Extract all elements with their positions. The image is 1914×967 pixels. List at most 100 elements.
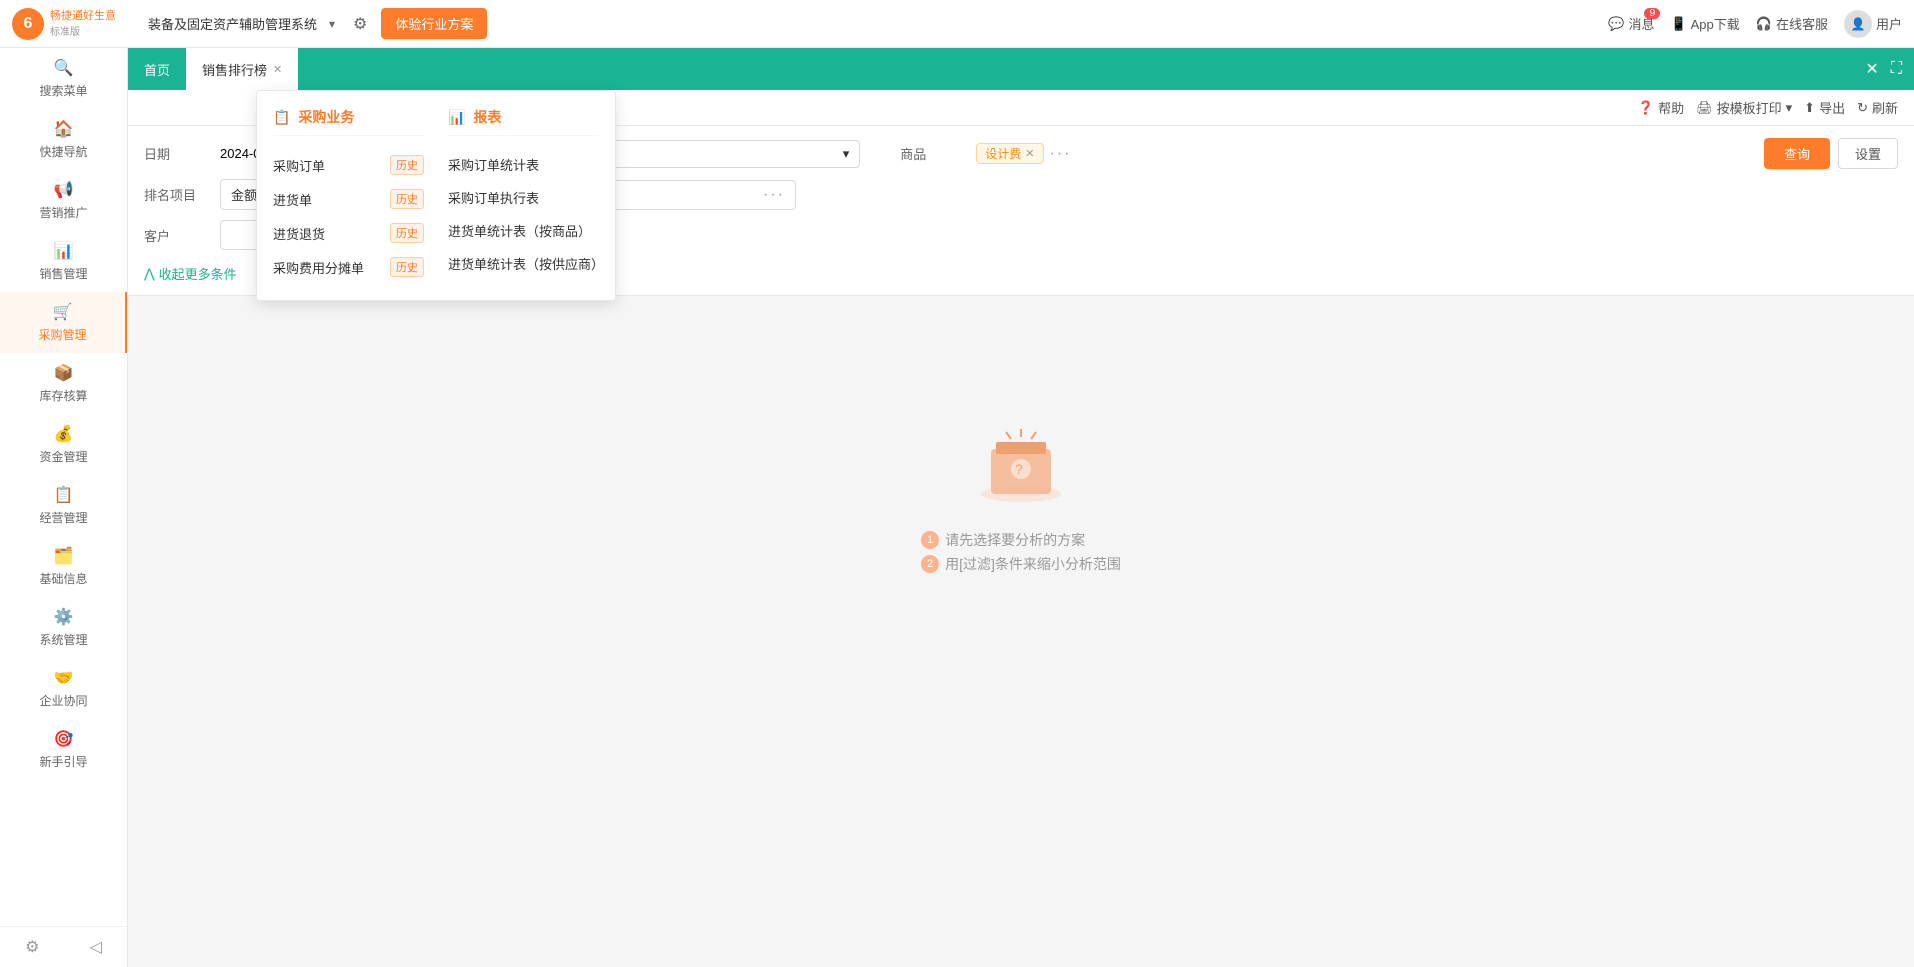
system-dropdown-button[interactable]: ▾ xyxy=(325,15,339,33)
return-history-badge: 历史 xyxy=(390,223,424,243)
headset-icon: 🎧 xyxy=(1756,16,1772,32)
industry-solution-button[interactable]: 体验行业方案 xyxy=(381,8,487,39)
export-icon: ⬆ xyxy=(1804,100,1815,116)
app-container: 6 畅捷通好生意 标准版 装备及固定资产辅助管理系统 ▾ ⚙ 体验行业方案 💬 … xyxy=(0,0,1914,967)
tab-close-button[interactable]: ✕ xyxy=(1861,55,1882,83)
user-menu-button[interactable]: 👤 用户 xyxy=(1844,10,1902,38)
sidebar-item-operations[interactable]: 📋 经营管理 xyxy=(0,475,127,536)
hint-bullet-1: 1 xyxy=(921,531,939,549)
goods-filter-label: 商品 xyxy=(900,144,960,163)
sidebar: 🔍 搜索菜单 🏠 快捷导航 📢 营销推广 📊 销售管理 🛒 采购管理 📦 xyxy=(0,48,128,967)
tab-sales-ranking[interactable]: 销售排行榜 ✕ xyxy=(186,48,298,90)
report-section: 📊 报表 采购订单统计表 采购订单执行表 进货单统计表（按商品） 进货单统计表（… xyxy=(448,107,599,284)
guide-icon: 🎯 xyxy=(54,729,74,749)
main-area: 🔍 搜索菜单 🏠 快捷导航 📢 营销推广 📊 销售管理 🛒 采购管理 📦 xyxy=(0,48,1914,967)
voucher-status-dropdown-icon: ▾ xyxy=(843,146,850,162)
menu-item-purchase-order-stats[interactable]: 采购订单统计表 xyxy=(448,148,599,181)
sidebar-item-search[interactable]: 🔍 搜索菜单 xyxy=(0,48,127,109)
menu-item-receipt-stats-supplier[interactable]: 进货单统计表（按供应商） xyxy=(448,247,599,280)
sidebar-item-quicknav[interactable]: 🏠 快捷导航 xyxy=(0,109,127,170)
tab-bar-right: ✕ ⛶ xyxy=(1861,55,1914,83)
sidebar-item-guide[interactable]: 🎯 新手引导 xyxy=(0,719,127,780)
purchase-business-section: 📋 采购业务 采购订单 历史 进货单 历史 进货退货 历史 xyxy=(273,107,424,284)
logo-sub: 标准版 xyxy=(50,23,116,38)
menu-item-cost-allocation[interactable]: 采购费用分摊单 历史 xyxy=(273,250,424,284)
tab-bar: 首页 销售排行榜 ✕ ✕ ⛶ xyxy=(128,48,1914,90)
menu-item-label-purchase-order: 采购订单 xyxy=(273,156,325,175)
report-section-icon: 📊 xyxy=(448,109,465,126)
refresh-label: 刷新 xyxy=(1872,98,1898,117)
rank-value: 金额 xyxy=(231,185,257,204)
sidebar-label-guide: 新手引导 xyxy=(39,753,87,770)
menu-item-return[interactable]: 进货退货 历史 xyxy=(273,216,424,250)
sidebar-item-basicinfo[interactable]: 🗂️ 基础信息 xyxy=(0,536,127,597)
app-download-label: App下载 xyxy=(1691,14,1740,33)
menu-item-label-receipt: 进货单 xyxy=(273,190,312,209)
settings-gear-button[interactable]: ⚙ xyxy=(347,12,373,36)
goods-more-dots[interactable]: ··· xyxy=(1050,145,1072,163)
purchase-section-icon: 📋 xyxy=(273,109,290,126)
empty-text-list: 1 请先选择要分析的方案 2 用[过滤]条件来缩小分析范围 xyxy=(921,526,1121,578)
menu-item-label-po-exec: 采购订单执行表 xyxy=(448,188,539,207)
sidebar-label-collaboration: 企业协同 xyxy=(39,692,87,709)
tab-expand-button[interactable]: ⛶ xyxy=(1887,56,1906,82)
menu-item-purchase-order[interactable]: 采购订单 历史 xyxy=(273,148,424,182)
menu-item-purchase-order-exec[interactable]: 采购订单执行表 xyxy=(448,181,599,214)
top-bar: 6 畅捷通好生意 标准版 装备及固定资产辅助管理系统 ▾ ⚙ 体验行业方案 💬 … xyxy=(0,0,1914,48)
print-button[interactable]: 🖨 按模板打印 ▾ xyxy=(1696,98,1792,117)
sidebar-label-inventory: 库存核算 xyxy=(39,387,87,404)
message-icon: 💬 xyxy=(1608,16,1624,32)
online-service-button[interactable]: 🎧 在线客服 xyxy=(1756,14,1828,33)
sidebar-settings-button[interactable]: ⚙ xyxy=(25,937,39,957)
menu-item-label-cost-allocation: 采购费用分摊单 xyxy=(273,258,364,277)
system-icon: ⚙️ xyxy=(54,607,74,627)
operations-icon: 📋 xyxy=(54,485,74,505)
tab-home-label: 首页 xyxy=(144,60,170,79)
app-logo-icon: 6 xyxy=(12,8,44,40)
customer-filter-label: 客户 xyxy=(144,226,204,245)
basicinfo-icon: 🗂️ xyxy=(54,546,74,566)
goods-tag: 设计费 ✕ xyxy=(976,143,1043,164)
finance-icon: 💰 xyxy=(54,424,74,444)
collaboration-icon: 🤝 xyxy=(54,668,74,688)
export-button[interactable]: ⬆ 导出 xyxy=(1804,98,1845,117)
top-bar-right: 💬 消息 9 📱 App下载 🎧 在线客服 👤 用户 xyxy=(1608,10,1902,38)
help-icon: ❓ xyxy=(1638,100,1654,116)
sidebar-item-purchase[interactable]: 🛒 采购管理 xyxy=(0,292,127,353)
receipt-history-badge: 历史 xyxy=(390,189,424,209)
tab-close-icon[interactable]: ✕ xyxy=(273,63,282,76)
system-title: 装备及固定资产辅助管理系统 xyxy=(148,14,317,33)
notification-button[interactable]: 💬 消息 9 xyxy=(1608,14,1654,33)
settings-button[interactable]: 设置 xyxy=(1838,138,1898,169)
action-buttons: 查询 设置 xyxy=(1764,138,1898,169)
staff-more-dots[interactable]: ··· xyxy=(763,186,785,204)
goods-filter-area: 设计费 ✕ ··· xyxy=(976,143,1071,164)
date-filter-label: 日期 xyxy=(144,144,204,163)
sidebar-item-collaboration[interactable]: 🤝 企业协同 xyxy=(0,658,127,719)
empty-hint-1: 1 请先选择要分析的方案 xyxy=(921,530,1121,550)
empty-hint-2: 2 用[过滤]条件来缩小分析范围 xyxy=(921,554,1121,574)
staff-input[interactable]: ··· xyxy=(596,180,796,210)
tab-home[interactable]: 首页 xyxy=(128,48,186,90)
menu-item-receipt[interactable]: 进货单 历史 xyxy=(273,182,424,216)
search-icon: 🔍 xyxy=(54,58,74,78)
sidebar-item-finance[interactable]: 💰 资金管理 xyxy=(0,414,127,475)
refresh-button[interactable]: ↻ 刷新 xyxy=(1857,98,1898,117)
sidebar-label-finance: 资金管理 xyxy=(39,448,87,465)
app-download-button[interactable]: 📱 App下载 xyxy=(1670,14,1739,33)
top-bar-middle: 装备及固定资产辅助管理系统 ▾ ⚙ 体验行业方案 xyxy=(140,8,1608,39)
sidebar-item-sales[interactable]: 📊 销售管理 xyxy=(0,231,127,292)
sidebar-item-inventory[interactable]: 📦 库存核算 xyxy=(0,353,127,414)
user-label: 用户 xyxy=(1876,14,1902,33)
voucher-status-input[interactable]: ▾ xyxy=(600,140,860,168)
sidebar-collapse-button[interactable]: ◁ xyxy=(90,937,102,957)
goods-tag-close[interactable]: ✕ xyxy=(1025,147,1034,160)
help-button[interactable]: ❓ 帮助 xyxy=(1638,98,1684,117)
sidebar-item-system[interactable]: ⚙️ 系统管理 xyxy=(0,597,127,658)
sidebar-label-sales: 销售管理 xyxy=(39,265,87,282)
refresh-icon: ↻ xyxy=(1857,100,1868,116)
query-button[interactable]: 查询 xyxy=(1764,138,1830,169)
svg-text:?: ? xyxy=(1015,461,1023,477)
sidebar-item-marketing[interactable]: 📢 营销推广 xyxy=(0,170,127,231)
menu-item-receipt-stats-goods[interactable]: 进货单统计表（按商品） xyxy=(448,214,599,247)
